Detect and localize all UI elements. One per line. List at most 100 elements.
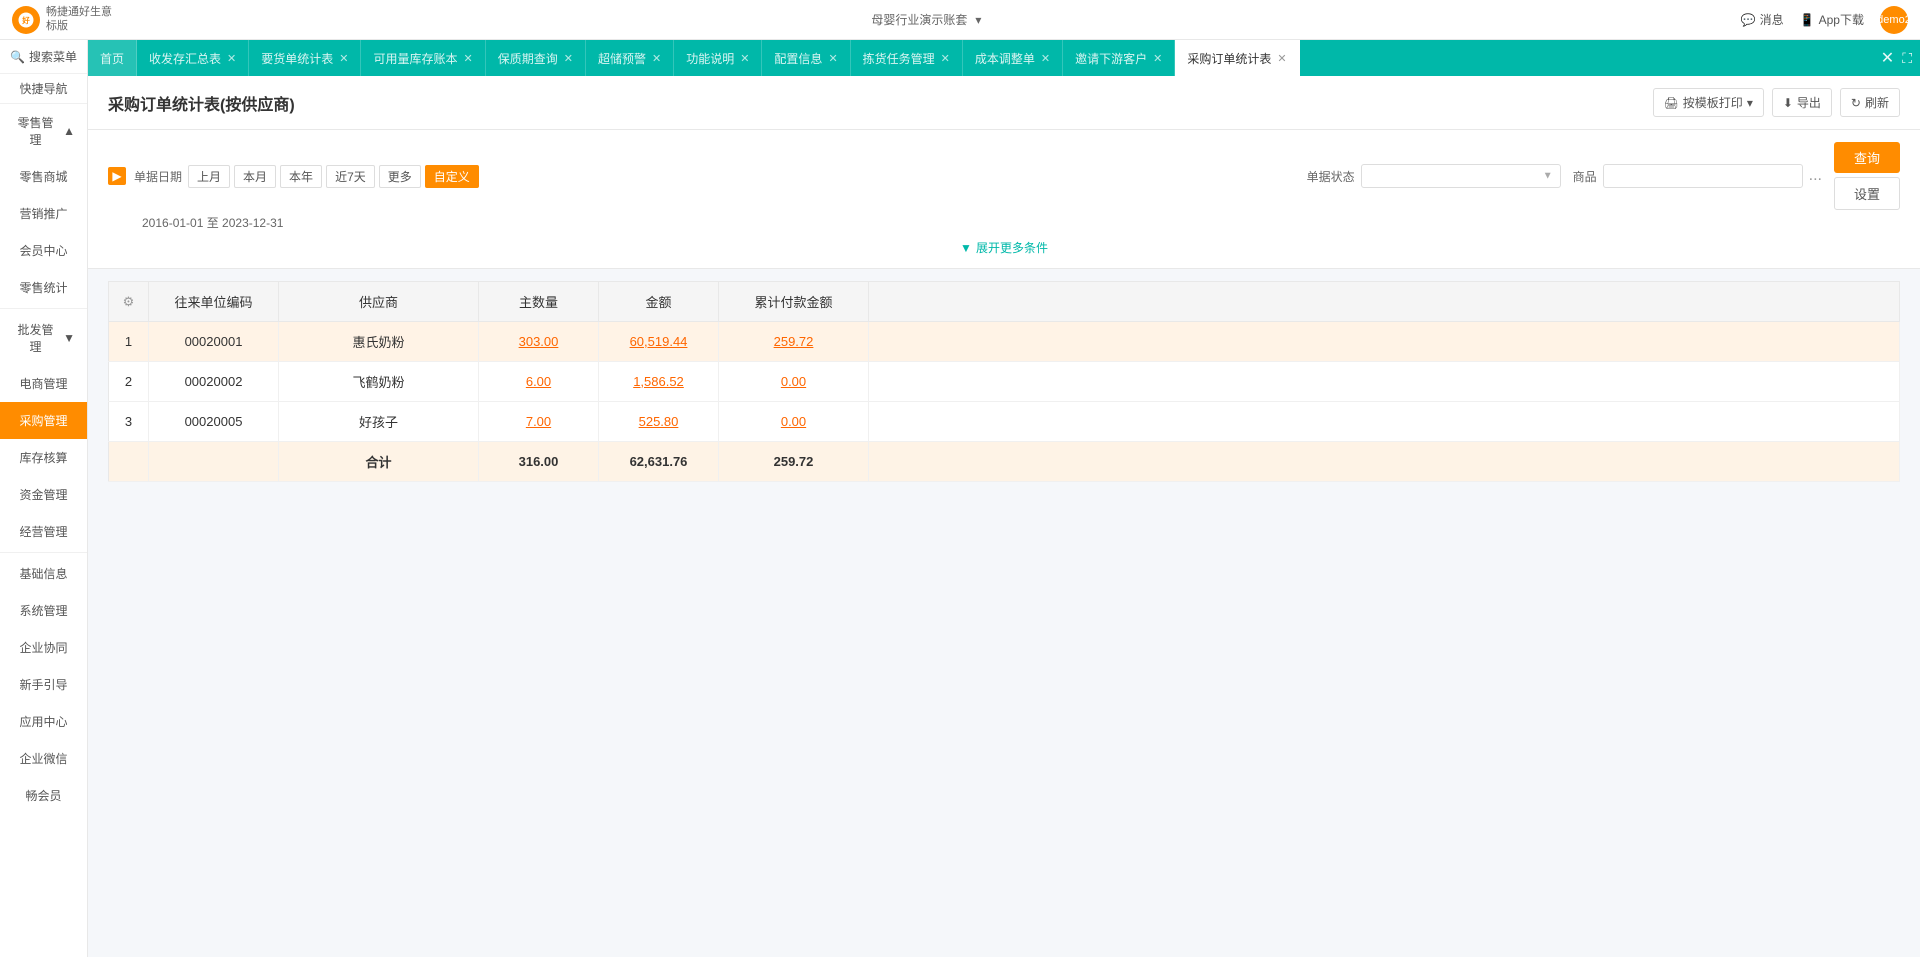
tab-close-overstock[interactable]: ✕ bbox=[652, 52, 661, 65]
page-content: 采购订单统计表(按供应商) 🖨 按模板打印 ▾ ⬇ 导出 ↻ 刷新 bbox=[88, 76, 1920, 957]
expand-more-btn[interactable]: ▼ 展开更多条件 bbox=[108, 239, 1900, 256]
tab-cost-adjust[interactable]: 成本调整单 ✕ bbox=[963, 40, 1063, 76]
column-settings-icon[interactable]: ⚙ bbox=[123, 294, 135, 309]
tab-pick-task[interactable]: 拣货任务管理 ✕ bbox=[851, 40, 963, 76]
status-label: 单据状态 bbox=[1307, 168, 1355, 185]
table-wrapper: ⚙ 往来单位编码 供应商 主数量 金额 累计付款金额 bbox=[108, 281, 1900, 945]
date-btn-7days[interactable]: 近7天 bbox=[326, 165, 375, 188]
tab-func-desc[interactable]: 功能说明 ✕ bbox=[674, 40, 762, 76]
tab-close-all-icon[interactable]: ✕ bbox=[1881, 48, 1894, 68]
tab-maximize-icon[interactable]: ⛶ bbox=[1902, 50, 1912, 67]
tab-close-invite-downstream[interactable]: ✕ bbox=[1153, 52, 1162, 65]
tab-close-collect-pay[interactable]: ✕ bbox=[227, 52, 236, 65]
refresh-icon: ↻ bbox=[1851, 96, 1861, 110]
status-select[interactable] bbox=[1361, 164, 1561, 188]
tab-close-pick-task[interactable]: ✕ bbox=[941, 52, 950, 65]
tab-close-config-info[interactable]: ✕ bbox=[828, 52, 837, 65]
sidebar-item-retail-stats[interactable]: 零售统计 bbox=[0, 269, 87, 306]
tab-close-func-desc[interactable]: ✕ bbox=[740, 52, 749, 65]
tab-config-info[interactable]: 配置信息 ✕ bbox=[762, 40, 850, 76]
logo-icon: 好 bbox=[12, 6, 40, 34]
tab-inventory-book[interactable]: 可用量库存账本 ✕ bbox=[361, 40, 485, 76]
sidebar-item-purchase[interactable]: 采购管理 bbox=[0, 402, 87, 439]
footer-row: 合计 316.00 62,631.76 259.72 bbox=[109, 442, 1900, 482]
top-bar-left: 好 畅捷通好生意 标版 bbox=[12, 6, 112, 34]
tab-home[interactable]: 首页 bbox=[88, 40, 137, 76]
cell-qty-0: 303.00 bbox=[479, 322, 599, 362]
table-row: 1 00020001 惠氏奶粉 303.00 60,519.44 259.72 bbox=[109, 322, 1900, 362]
sidebar-item-finance[interactable]: 资金管理 bbox=[0, 476, 87, 513]
sidebar-item-app-center[interactable]: 应用中心 bbox=[0, 703, 87, 740]
tab-purchase-stats[interactable]: 采购订单统计表 ✕ bbox=[1175, 40, 1299, 76]
workspace-label: 母婴行业演示账套 bbox=[871, 11, 967, 28]
settings-button[interactable]: 设置 bbox=[1834, 177, 1900, 210]
sidebar: 🔍 搜索菜单 快捷导航 零售管理 ▲ 零售商城 营销推广 会员中心 零售统计 批… bbox=[0, 40, 88, 957]
content-area: 首页 收发存汇总表 ✕ 要货单统计表 ✕ 可用量库存账本 ✕ 保质期查询 ✕ 超… bbox=[88, 40, 1920, 957]
arrow-icon: ▲ bbox=[63, 124, 75, 138]
sidebar-divider-1 bbox=[0, 308, 87, 309]
print-button[interactable]: 🖨 按模板打印 ▾ bbox=[1653, 88, 1764, 117]
goods-input[interactable] bbox=[1603, 164, 1803, 188]
date-btn-custom[interactable]: 自定义 bbox=[425, 165, 479, 188]
cell-supplier-2: 好孩子 bbox=[279, 402, 479, 442]
status-filter-group: 单据状态 bbox=[1307, 164, 1561, 188]
tab-invite-downstream[interactable]: 邀请下游客户 ✕ bbox=[1063, 40, 1175, 76]
app-download-btn[interactable]: 📱 App下载 bbox=[1800, 11, 1864, 28]
sidebar-item-collab[interactable]: 企业协同 bbox=[0, 629, 87, 666]
sidebar-item-wechat[interactable]: 企业微信 bbox=[0, 740, 87, 777]
date-btn-last-month[interactable]: 上月 bbox=[188, 165, 230, 188]
query-button[interactable]: 查询 bbox=[1834, 142, 1900, 173]
sidebar-item-newbie[interactable]: 新手引导 bbox=[0, 666, 87, 703]
page-title: 采购订单统计表(按供应商) bbox=[108, 91, 295, 127]
tab-close-inventory-book[interactable]: ✕ bbox=[464, 52, 473, 65]
footer-empty-3 bbox=[869, 442, 1900, 482]
sidebar-item-operations[interactable]: 经营管理 bbox=[0, 513, 87, 550]
page-header: 采购订单统计表(按供应商) 🖨 按模板打印 ▾ ⬇ 导出 ↻ 刷新 bbox=[88, 76, 1920, 130]
sidebar-quick-nav[interactable]: 快捷导航 bbox=[0, 74, 87, 104]
tab-collect-pay[interactable]: 收发存汇总表 ✕ bbox=[137, 40, 249, 76]
tab-goods-stats[interactable]: 要货单统计表 ✕ bbox=[249, 40, 361, 76]
svg-text:好: 好 bbox=[21, 15, 30, 25]
user-area[interactable]: demo2 bbox=[1880, 6, 1908, 34]
footer-paid: 259.72 bbox=[719, 442, 869, 482]
workspace-selector[interactable]: 母婴行业演示账套 ▾ bbox=[871, 11, 981, 28]
sidebar-item-marketing[interactable]: 营销推广 bbox=[0, 195, 87, 232]
sidebar-item-retail[interactable]: 零售管理 ▲ bbox=[0, 104, 87, 158]
sidebar-item-member[interactable]: 会员中心 bbox=[0, 232, 87, 269]
date-btn-this-month[interactable]: 本月 bbox=[234, 165, 276, 188]
tab-close-goods-stats[interactable]: ✕ bbox=[339, 52, 348, 65]
table-footer: 合计 316.00 62,631.76 259.72 bbox=[109, 442, 1900, 482]
th-amount: 金额 bbox=[599, 282, 719, 322]
tab-close-cost-adjust[interactable]: ✕ bbox=[1041, 52, 1050, 65]
sidebar-item-wholesale[interactable]: 批发管理 ▼ bbox=[0, 311, 87, 365]
sidebar-item-inventory[interactable]: 库存核算 bbox=[0, 439, 87, 476]
tab-close-expiry-query[interactable]: ✕ bbox=[564, 52, 573, 65]
table-header-row: ⚙ 往来单位编码 供应商 主数量 金额 累计付款金额 bbox=[109, 282, 1900, 322]
tab-overstock[interactable]: 超储预警 ✕ bbox=[586, 40, 674, 76]
tab-expiry-query[interactable]: 保质期查询 ✕ bbox=[486, 40, 586, 76]
sidebar-divider-2 bbox=[0, 552, 87, 553]
message-btn[interactable]: 💬 消息 bbox=[1741, 11, 1784, 28]
tab-close-purchase-stats[interactable]: ✕ bbox=[1277, 52, 1286, 65]
export-button[interactable]: ⬇ 导出 bbox=[1772, 88, 1832, 117]
sidebar-item-system[interactable]: 系统管理 bbox=[0, 592, 87, 629]
footer-amount: 62,631.76 bbox=[599, 442, 719, 482]
sidebar-search[interactable]: 🔍 搜索菜单 bbox=[0, 40, 87, 74]
date-range-display: 2016-01-01 至 2023-12-31 bbox=[142, 214, 1900, 231]
th-code: 往来单位编码 bbox=[149, 282, 279, 322]
th-empty bbox=[869, 282, 1900, 322]
refresh-button[interactable]: ↻ 刷新 bbox=[1840, 88, 1900, 117]
footer-qty: 316.00 bbox=[479, 442, 599, 482]
sidebar-item-member2[interactable]: 畅会员 bbox=[0, 777, 87, 814]
goods-filter-group: 商品 ... bbox=[1573, 164, 1822, 188]
sidebar-item-ecommerce[interactable]: 电商管理 bbox=[0, 365, 87, 402]
filter-expand-btn[interactable]: ▶ bbox=[108, 167, 126, 185]
date-btn-more[interactable]: 更多 bbox=[379, 165, 421, 188]
footer-empty-1 bbox=[109, 442, 149, 482]
sidebar-item-retail-shop[interactable]: 零售商城 bbox=[0, 158, 87, 195]
date-btn-this-year[interactable]: 本年 bbox=[280, 165, 322, 188]
dropdown-arrow-icon: ▾ bbox=[975, 13, 981, 27]
goods-ellipsis-btn[interactable]: ... bbox=[1809, 167, 1822, 185]
sidebar-item-basic[interactable]: 基础信息 bbox=[0, 555, 87, 592]
cell-no-1: 2 bbox=[109, 362, 149, 402]
